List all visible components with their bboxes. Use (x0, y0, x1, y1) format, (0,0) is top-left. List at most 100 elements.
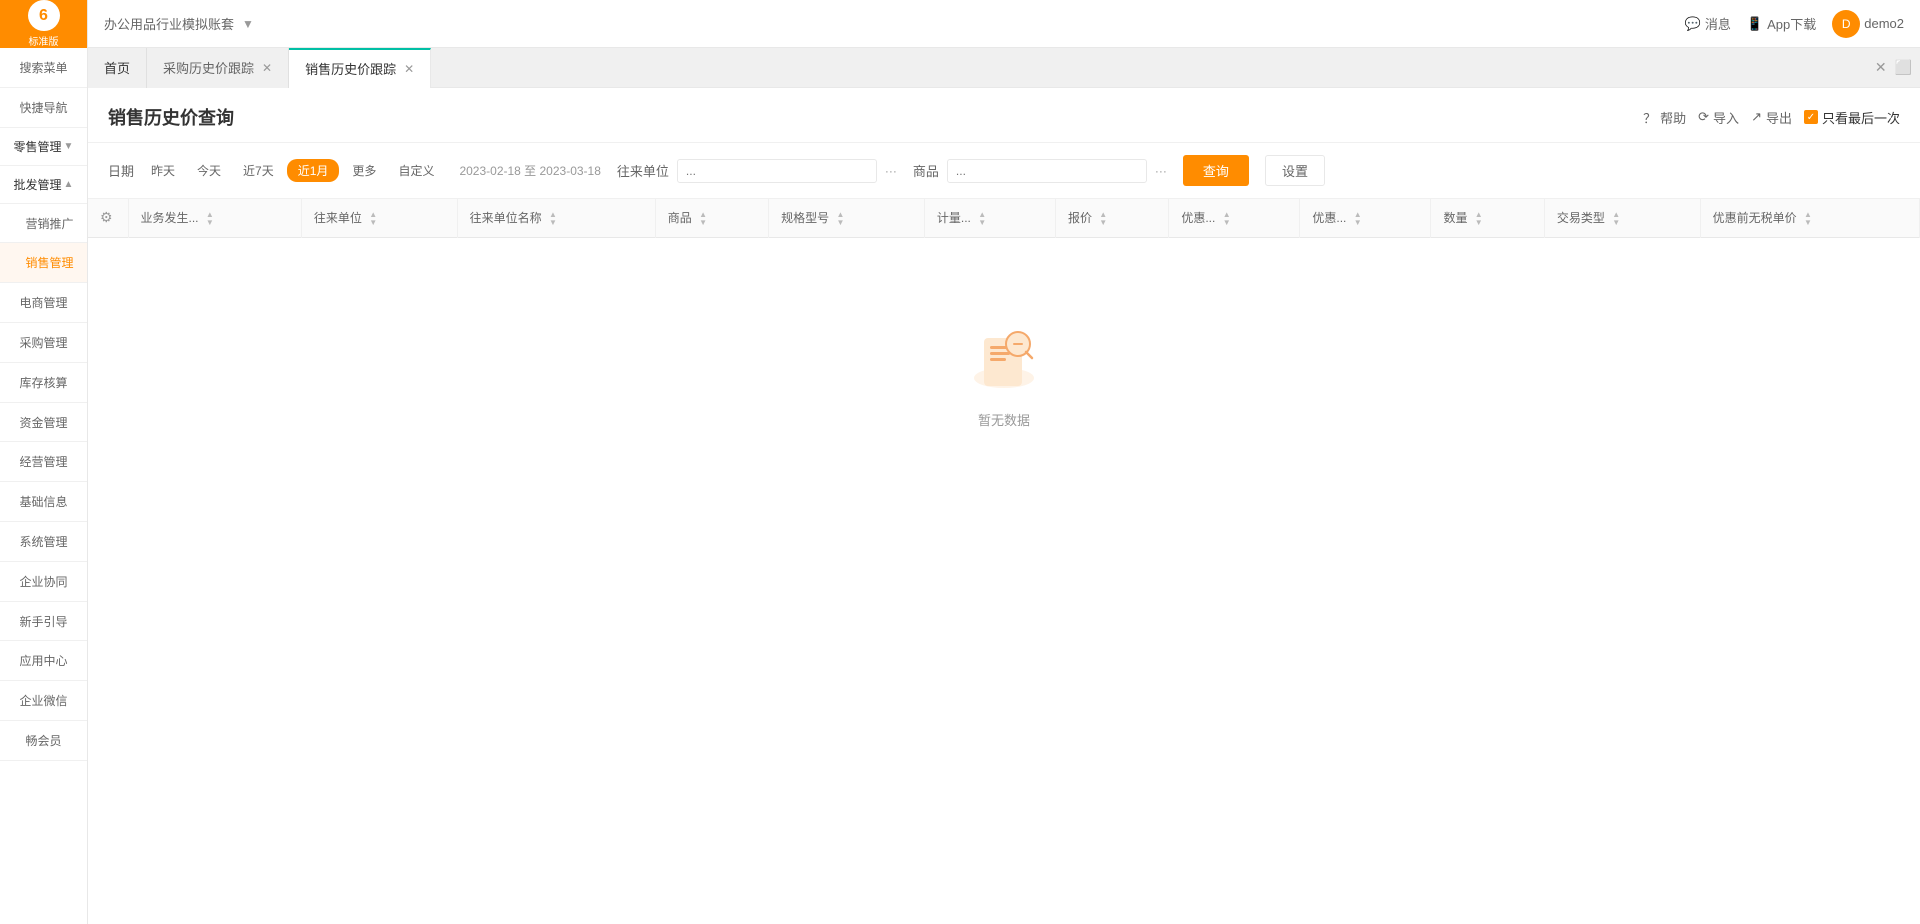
close-all-button[interactable]: ✕ (1875, 59, 1887, 76)
avatar: D (1832, 10, 1860, 38)
sort-business-date-icon: ▲▼ (206, 211, 214, 227)
wholesale-arrow-icon: ▲ (64, 179, 74, 190)
sidebar-item-finance[interactable]: 资金管理 (0, 403, 87, 443)
sidebar-item-inventory[interactable]: 库存核算 (0, 363, 87, 403)
sort-partner-name-icon: ▲▼ (549, 211, 557, 227)
topbar-dropdown-icon[interactable]: ▼ (242, 17, 254, 31)
export-button[interactable]: ↗ 导出 (1751, 108, 1792, 127)
partner-input[interactable] (677, 159, 877, 183)
import-icon: ⟳ (1698, 109, 1709, 125)
content: 销售历史价查询 ？ 帮助 ⟳ 导入 ↗ 导出 ✓ 只 (88, 88, 1920, 924)
settings-button[interactable]: 设置 (1265, 155, 1325, 186)
th-partner-code[interactable]: 往来单位 ▲▼ (301, 199, 457, 237)
partner-label: 往来单位 (617, 161, 669, 180)
date-more[interactable]: 更多 (343, 159, 385, 182)
table-settings-icon[interactable]: ⚙ (100, 209, 113, 225)
sidebar-item-sales-mgr[interactable]: 销售管理 (0, 243, 87, 283)
th-quote[interactable]: 报价 ▲▼ (1055, 199, 1168, 237)
download-icon: 📱 (1747, 16, 1763, 32)
empty-icon (964, 318, 1044, 398)
empty-state: 暂无数据 (88, 238, 1920, 509)
th-quantity[interactable]: 数量 ▲▼ (1431, 199, 1544, 237)
tab-sales-close[interactable]: ✕ (404, 62, 414, 76)
export-icon: ↗ (1751, 109, 1762, 125)
tab-home[interactable]: 首页 (88, 48, 147, 88)
tab-purchase[interactable]: 采购历史价跟踪 ✕ (147, 48, 289, 88)
sidebar-item-member[interactable]: 畅会员 (0, 721, 87, 761)
goods-filter-group: 商品 ··· (913, 159, 1167, 183)
date-7days[interactable]: 近7天 (234, 159, 283, 182)
partner-ellipsis[interactable]: ··· (885, 164, 897, 178)
sort-unit-icon: ▲▼ (978, 211, 986, 227)
sidebar: 6 标准版 搜索菜单 快捷导航 零售管理 ▼ 批发管理 ▲ 营销推广 销售管理 (0, 0, 88, 924)
goods-ellipsis[interactable]: ··· (1155, 164, 1167, 178)
import-button[interactable]: ⟳ 导入 (1698, 108, 1739, 127)
sidebar-item-basic[interactable]: 基础信息 (0, 482, 87, 522)
sidebar-item-ecom[interactable]: 电商管理 (0, 283, 87, 323)
sort-spec-icon: ▲▼ (837, 211, 845, 227)
logo[interactable]: 6 标准版 (0, 0, 87, 48)
sort-trade-type-icon: ▲▼ (1612, 211, 1620, 227)
sidebar-item-purchase[interactable]: 采购管理 (0, 323, 87, 363)
sidebar-item-guide[interactable]: 新手引导 (0, 602, 87, 642)
page-actions: ？ 帮助 ⟳ 导入 ↗ 导出 ✓ 只看最后一次 (1643, 108, 1900, 127)
filter-area: 日期 昨天 今天 近7天 近1月 更多 自定义 2023-02-18 至 202… (88, 143, 1920, 199)
th-unit[interactable]: 计量... ▲▼ (924, 199, 1055, 237)
th-goods[interactable]: 商品 ▲▼ (655, 199, 768, 237)
th-discount1[interactable]: 优惠... ▲▼ (1169, 199, 1300, 237)
last-only-checkbox[interactable]: ✓ 只看最后一次 (1804, 108, 1900, 127)
sidebar-item-retail[interactable]: 零售管理 ▼ (0, 128, 87, 166)
sidebar-item-marketing[interactable]: 营销推广 (0, 204, 87, 244)
message-button[interactable]: 💬 消息 (1685, 14, 1731, 33)
tabbar-actions: ✕ ⬜ (1875, 59, 1920, 76)
sidebar-item-ops[interactable]: 经营管理 (0, 442, 87, 482)
message-icon: 💬 (1685, 16, 1701, 32)
user-profile[interactable]: D demo2 (1832, 10, 1904, 38)
help-button[interactable]: ？ 帮助 (1643, 108, 1686, 127)
th-settings[interactable]: ⚙ (88, 199, 128, 237)
sort-discount1-icon: ▲▼ (1223, 211, 1231, 227)
th-pretax-price[interactable]: 优惠前无税单价 ▲▼ (1700, 199, 1919, 237)
page-header: 销售历史价查询 ？ 帮助 ⟳ 导入 ↗ 导出 ✓ 只 (88, 88, 1920, 143)
date-1month[interactable]: 近1月 (287, 159, 340, 182)
th-business-date[interactable]: 业务发生... ▲▼ (128, 199, 301, 237)
sidebar-item-wechat[interactable]: 企业微信 (0, 681, 87, 721)
sidebar-menu: 搜索菜单 快捷导航 零售管理 ▼ 批发管理 ▲ 营销推广 销售管理 电商管理 采 (0, 48, 87, 924)
date-custom[interactable]: 自定义 (389, 159, 443, 182)
th-trade-type[interactable]: 交易类型 ▲▼ (1544, 199, 1700, 237)
date-options: 昨天 今天 近7天 近1月 更多 自定义 (142, 159, 443, 182)
sidebar-item-system[interactable]: 系统管理 (0, 522, 87, 562)
tab-purchase-close[interactable]: ✕ (262, 61, 272, 75)
topbar-title: 办公用品行业模拟账套 (104, 14, 234, 33)
sidebar-item-collab[interactable]: 企业协同 (0, 562, 87, 602)
sidebar-item-search[interactable]: 搜索菜单 (0, 48, 87, 88)
search-button[interactable]: 查询 (1183, 155, 1249, 186)
sort-pretax-price-icon: ▲▼ (1804, 211, 1812, 227)
sidebar-item-apps[interactable]: 应用中心 (0, 641, 87, 681)
main-area: 办公用品行业模拟账套 ▼ 💬 消息 📱 App下载 D demo2 首页 (88, 0, 1920, 924)
sidebar-item-wholesale[interactable]: 批发管理 ▲ (0, 166, 87, 204)
th-partner-name[interactable]: 往来单位名称 ▲▼ (457, 199, 655, 237)
sort-goods-icon: ▲▼ (699, 211, 707, 227)
date-yesterday[interactable]: 昨天 (142, 159, 184, 182)
sort-quote-icon: ▲▼ (1099, 211, 1107, 227)
logo-icon: 6 (28, 0, 60, 31)
th-spec[interactable]: 规格型号 ▲▼ (769, 199, 925, 237)
logo-initial: 6 (39, 7, 48, 25)
date-filter-group: 日期 昨天 今天 近7天 近1月 更多 自定义 2023-02-18 至 202… (108, 159, 601, 182)
tab-sales[interactable]: 销售历史价跟踪 ✕ (289, 48, 431, 88)
empty-text: 暂无数据 (978, 410, 1030, 429)
date-today[interactable]: 今天 (188, 159, 230, 182)
topbar: 办公用品行业模拟账套 ▼ 💬 消息 📱 App下载 D demo2 (88, 0, 1920, 48)
logo-text: 标准版 (29, 33, 59, 48)
retail-arrow-icon: ▼ (64, 141, 74, 152)
data-table: ⚙ 业务发生... ▲▼ 往来单位 ▲▼ 往来单位名称 ▲▼ (88, 199, 1920, 238)
goods-input[interactable] (947, 159, 1147, 183)
sidebar-item-shortcut[interactable]: 快捷导航 (0, 88, 87, 128)
page-title: 销售历史价查询 (108, 104, 234, 130)
tabbar: 首页 采购历史价跟踪 ✕ 销售历史价跟踪 ✕ ✕ ⬜ (88, 48, 1920, 88)
sort-quantity-icon: ▲▼ (1475, 211, 1483, 227)
app-download-button[interactable]: 📱 App下载 (1747, 14, 1816, 33)
maximize-button[interactable]: ⬜ (1895, 59, 1912, 76)
th-discount2[interactable]: 优惠... ▲▼ (1300, 199, 1431, 237)
